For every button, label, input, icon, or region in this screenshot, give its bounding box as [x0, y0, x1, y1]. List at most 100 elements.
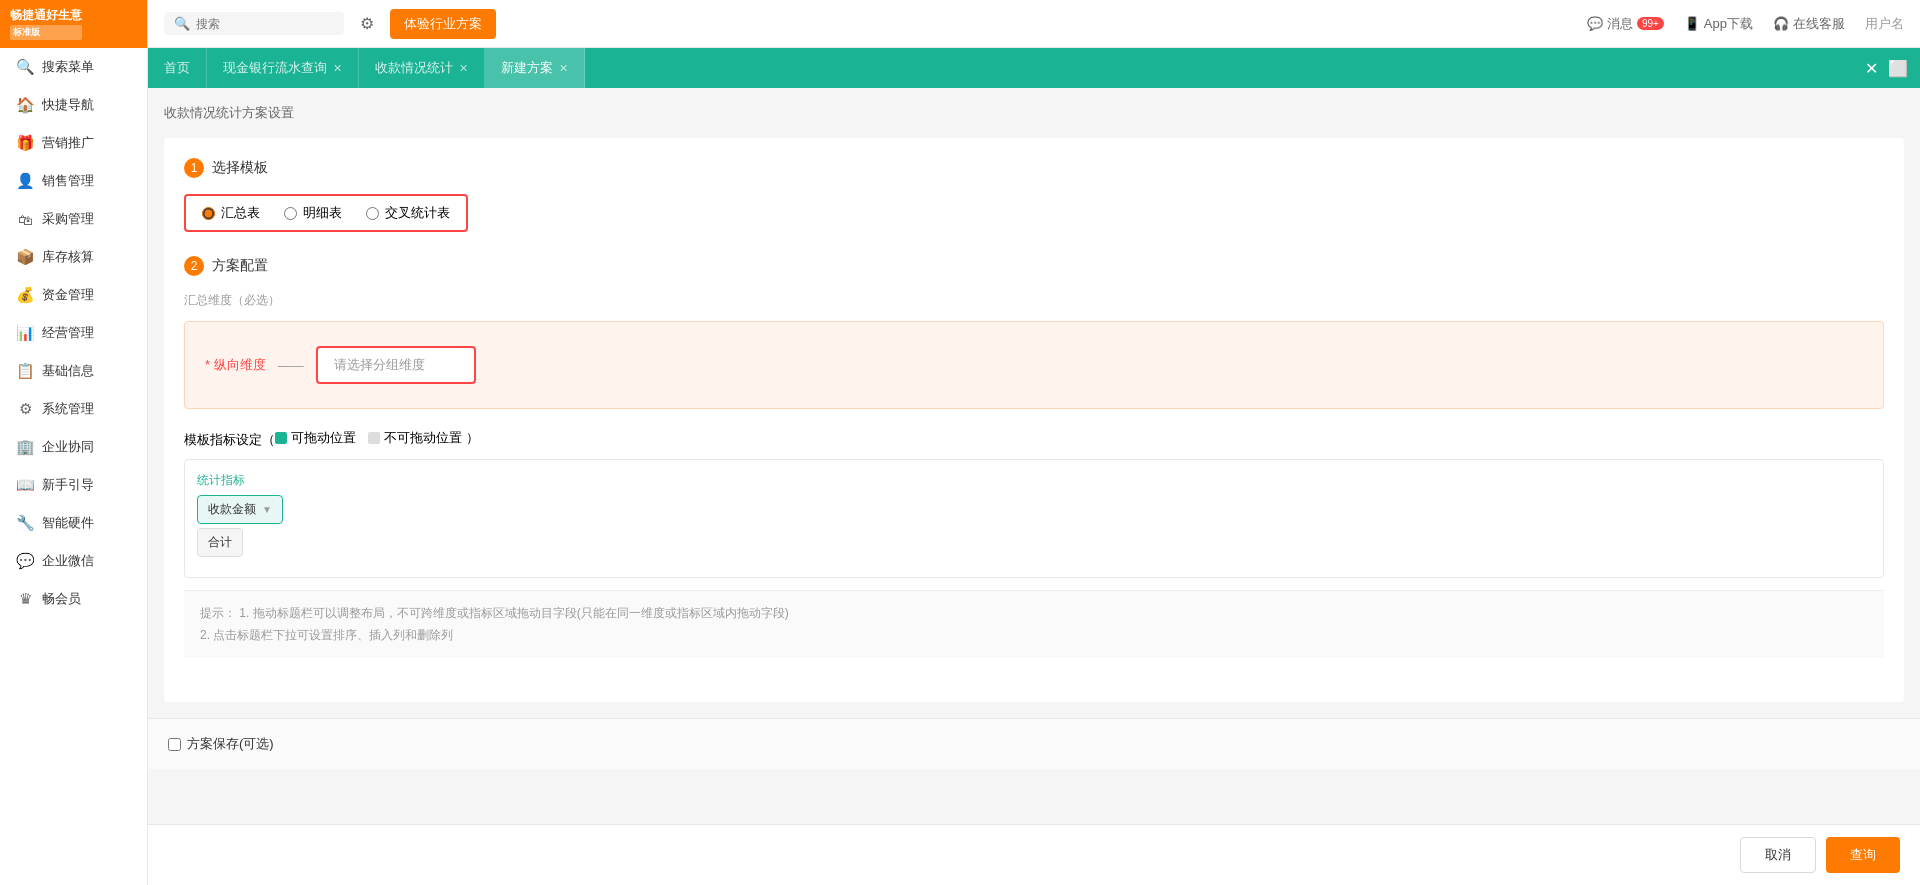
tabs-window-actions: ✕ ⬜ — [1865, 59, 1920, 78]
tab-receipt-stats[interactable]: 收款情况统计 ✕ — [359, 48, 485, 88]
tab-receipt-stats-close-icon[interactable]: ✕ — [459, 62, 468, 75]
book-icon: 📖 — [16, 476, 34, 494]
indicators-header-text: 模板指标设定（ 可拖动位置 不可拖动位置） — [184, 429, 479, 449]
radio-detail[interactable]: 明细表 — [284, 204, 342, 222]
sidebar: 畅捷通好生意 标准版 🔍 搜索菜单 🏠 快捷导航 🎁 营销推广 👤 销售管理 🛍… — [0, 0, 148, 885]
chat-icon: 💬 — [16, 552, 34, 570]
gear-icon: ⚙ — [16, 400, 34, 418]
indicators-label-row: 模板指标设定（ 可拖动位置 不可拖动位置） — [184, 429, 1884, 449]
box-icon: 📦 — [16, 248, 34, 266]
sidebar-item-inventory[interactable]: 📦 库存核算 — [0, 238, 147, 276]
sidebar-item-label: 畅会员 — [42, 590, 81, 608]
indicator-tag-subtotal[interactable]: 合计 — [197, 528, 243, 557]
tip-2: 2. 点击标题栏下拉可设置排序、插入列和删除列 — [200, 625, 1868, 647]
online-service[interactable]: 🎧 在线客服 — [1773, 15, 1845, 33]
template-options: 汇总表 明细表 交叉统计表 — [184, 194, 468, 232]
tab-receipt-stats-label: 收款情况统计 — [375, 59, 453, 77]
sidebar-item-label: 企业协同 — [42, 438, 94, 456]
chart-icon: 📊 — [16, 324, 34, 342]
dimension-row: * 纵向维度 —— 请选择分组维度 — [205, 346, 476, 384]
sub-tag-row: 合计 — [197, 528, 1871, 557]
step2-section: 2 方案配置 汇总维度（必选） * 纵向维度 —— 请选择分组维度 — [184, 256, 1884, 658]
settings-icon[interactable]: ⚙ — [360, 14, 374, 33]
sidebar-item-marketing[interactable]: 🎁 营销推广 — [0, 124, 147, 162]
sidebar-item-purchase[interactable]: 🛍 采购管理 — [0, 200, 147, 238]
sidebar-item-label: 采购管理 — [42, 210, 94, 228]
expand-window-icon[interactable]: ⬜ — [1888, 59, 1908, 78]
download-icon: 📱 — [1684, 16, 1700, 31]
topbar-right: 💬 消息 99+ 📱 App下载 🎧 在线客服 用户名 — [1587, 15, 1904, 33]
step1-title: 选择模板 — [212, 159, 268, 177]
sidebar-item-label: 销售管理 — [42, 172, 94, 190]
home-icon: 🏠 — [16, 96, 34, 114]
user-name[interactable]: 用户名 — [1865, 15, 1904, 33]
indicator-group-label: 统计指标 — [197, 472, 1871, 489]
sidebar-item-label: 智能硬件 — [42, 514, 94, 532]
radio-summary[interactable]: 汇总表 — [202, 204, 260, 222]
step1-badge: 1 — [184, 158, 204, 178]
building-icon: 🏢 — [16, 438, 34, 456]
tab-new-plan[interactable]: 新建方案 ✕ — [485, 48, 585, 88]
tab-home[interactable]: 首页 — [148, 48, 207, 88]
main-area: 🔍 ⚙ 体验行业方案 💬 消息 99+ 📱 App下载 🎧 在线客服 用户名 首… — [148, 0, 1920, 885]
close-window-icon[interactable]: ✕ — [1865, 59, 1878, 78]
indicator-tag-receipt-amount[interactable]: 收款金额 ▼ — [197, 495, 283, 524]
search-input[interactable] — [196, 17, 316, 31]
sidebar-item-operations[interactable]: 📊 经营管理 — [0, 314, 147, 352]
notification-badge: 99+ — [1637, 17, 1664, 30]
sidebar-item-enterprise-wechat[interactable]: 💬 企业微信 — [0, 542, 147, 580]
sidebar-item-member[interactable]: ♛ 畅会员 — [0, 580, 147, 618]
sidebar-item-new-guide[interactable]: 📖 新手引导 — [0, 466, 147, 504]
sidebar-item-label: 企业微信 — [42, 552, 94, 570]
sidebar-item-basic-info[interactable]: 📋 基础信息 — [0, 352, 147, 390]
sidebar-item-sales[interactable]: 👤 销售管理 — [0, 162, 147, 200]
sidebar-item-enterprise-collab[interactable]: 🏢 企业协同 — [0, 428, 147, 466]
radio-summary-input[interactable] — [202, 207, 215, 220]
tab-bank-flow-close-icon[interactable]: ✕ — [333, 62, 342, 75]
step1-section: 1 选择模板 汇总表 明细表 — [184, 158, 1884, 232]
tab-home-label: 首页 — [164, 59, 190, 77]
app-download[interactable]: 📱 App下载 — [1684, 15, 1753, 33]
radio-detail-label: 明细表 — [303, 204, 342, 222]
notification-area[interactable]: 💬 消息 99+ — [1587, 15, 1664, 33]
sidebar-item-label: 营销推广 — [42, 134, 94, 152]
summary-config-label: 汇总维度（必选） — [184, 292, 1884, 309]
tab-bank-flow[interactable]: 现金银行流水查询 ✕ — [207, 48, 359, 88]
sidebar-item-label: 新手引导 — [42, 476, 94, 494]
search-icon: 🔍 — [174, 16, 190, 31]
save-plan-checkbox-label[interactable]: 方案保存(可选) — [168, 735, 274, 753]
industry-plan-button[interactable]: 体验行业方案 — [390, 9, 496, 39]
sidebar-item-label: 资金管理 — [42, 286, 94, 304]
dimension-select[interactable]: 请选择分组维度 — [316, 346, 476, 384]
step2-header: 2 方案配置 — [184, 256, 1884, 276]
radio-cross-input[interactable] — [366, 207, 379, 220]
radio-cross[interactable]: 交叉统计表 — [366, 204, 450, 222]
tab-new-plan-close-icon[interactable]: ✕ — [559, 62, 568, 75]
notification-label: 消息 — [1607, 15, 1633, 33]
sidebar-logo: 畅捷通好生意 标准版 — [0, 0, 147, 48]
logo-badge: 标准版 — [10, 25, 82, 40]
topbar-search-box[interactable]: 🔍 — [164, 12, 344, 35]
summary-label-text: 汇总维度（必选） — [184, 293, 280, 307]
cancel-button[interactable]: 取消 — [1740, 837, 1816, 873]
sidebar-item-quick-nav[interactable]: 🏠 快捷导航 — [0, 86, 147, 124]
bottom-bar: 取消 查询 — [148, 824, 1920, 885]
step2-badge: 2 — [184, 256, 204, 276]
save-plan-checkbox[interactable] — [168, 738, 181, 751]
sidebar-item-label: 基础信息 — [42, 362, 94, 380]
footer-area: 方案保存(可选) — [148, 718, 1920, 769]
indicator-tag-label: 收款金额 — [208, 501, 256, 518]
money-icon: 💰 — [16, 286, 34, 304]
topbar: 🔍 ⚙ 体验行业方案 💬 消息 99+ 📱 App下载 🎧 在线客服 用户名 — [148, 0, 1920, 48]
crown-icon: ♛ — [16, 590, 34, 608]
dimension-arrow: —— — [278, 358, 304, 373]
sidebar-item-system[interactable]: ⚙ 系统管理 — [0, 390, 147, 428]
sidebar-item-smart-hardware[interactable]: 🔧 智能硬件 — [0, 504, 147, 542]
tab-bar: 首页 现金银行流水查询 ✕ 收款情况统计 ✕ 新建方案 ✕ ✕ ⬜ — [148, 48, 1920, 88]
sidebar-item-finance[interactable]: 💰 资金管理 — [0, 276, 147, 314]
radio-detail-input[interactable] — [284, 207, 297, 220]
sidebar-item-search-menu[interactable]: 🔍 搜索菜单 — [0, 48, 147, 86]
indicator-group: 统计指标 收款金额 ▼ 合计 — [197, 472, 1871, 557]
headphone-icon: 🎧 — [1773, 16, 1789, 31]
query-button[interactable]: 查询 — [1826, 837, 1900, 873]
